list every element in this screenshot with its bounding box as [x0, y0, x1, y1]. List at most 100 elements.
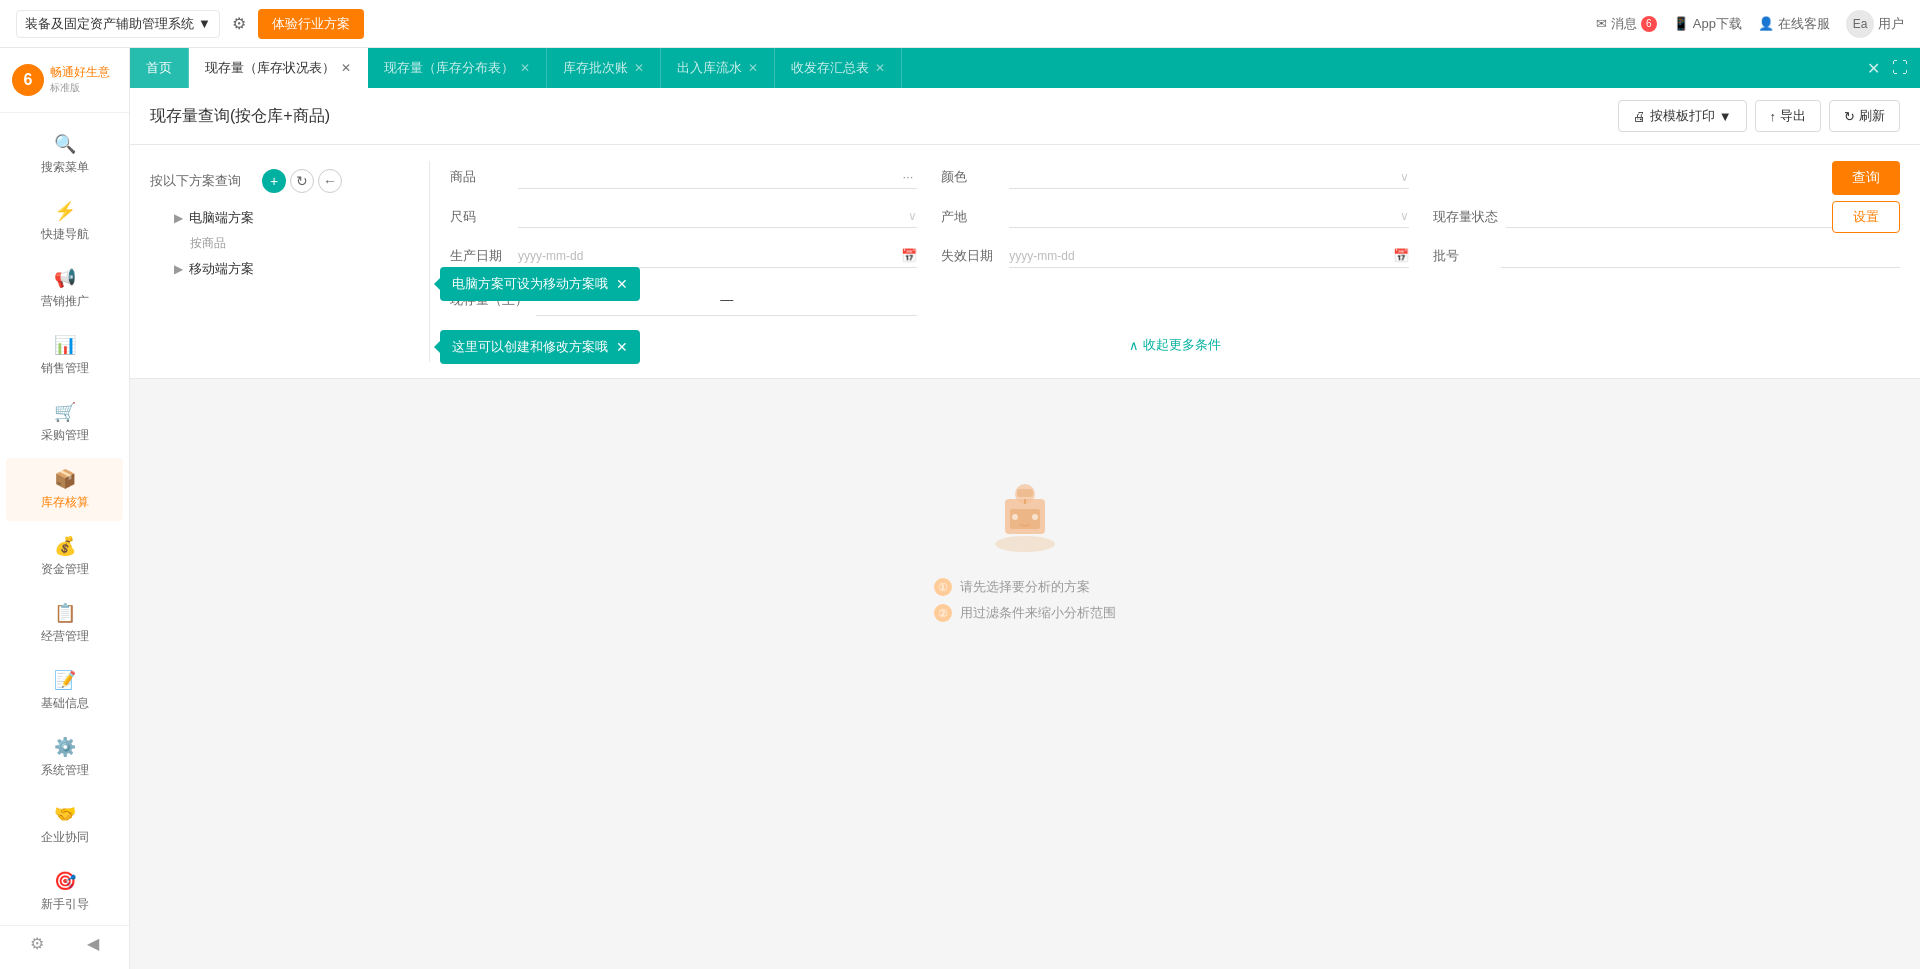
tab-inventory-status[interactable]: 现存量（库存状况表） ✕: [189, 48, 368, 88]
add-scheme-btn[interactable]: +: [262, 169, 286, 193]
sidebar-item-label: 销售管理: [41, 360, 89, 377]
tab-label: 出入库流水: [677, 59, 742, 77]
batch-input[interactable]: [1501, 244, 1900, 268]
tab-close-icon[interactable]: ✕: [748, 61, 758, 75]
chevron-down-icon: ▼: [1719, 109, 1732, 124]
sidebar-item-finance[interactable]: 💰 资金管理: [6, 525, 123, 588]
form-item-product: 商品 ···: [450, 165, 917, 189]
size-select[interactable]: ∨: [518, 205, 917, 228]
message-badge: 6: [1641, 16, 1657, 32]
expire-date-input[interactable]: yyyy-mm-dd 📅: [1009, 244, 1408, 268]
stock-qty-max-input[interactable]: [741, 288, 917, 311]
sidebar-item-label: 基础信息: [41, 695, 89, 712]
print-button[interactable]: 🖨 按模板打印 ▼: [1618, 100, 1747, 132]
tab-label: 收发存汇总表: [791, 59, 869, 77]
app-download-btn[interactable]: 📱 App下载: [1673, 15, 1742, 33]
tab-close-icon[interactable]: ✕: [875, 61, 885, 75]
sidebar-item-basic-info[interactable]: 📝 基础信息: [6, 659, 123, 722]
message-btn[interactable]: ✉ 消息 6: [1596, 15, 1657, 33]
empty-illustration: [975, 459, 1075, 562]
scheme-node-mobile[interactable]: ▶ 移动端方案: [166, 256, 429, 282]
scheme-node-label: 移动端方案: [189, 260, 254, 278]
logo-badge: 标准版: [50, 81, 110, 95]
empty-tip-1: ① 请先选择要分析的方案: [934, 578, 1116, 596]
sidebar-item-sales[interactable]: 📊 销售管理: [6, 324, 123, 387]
color-select[interactable]: ∨: [1009, 166, 1408, 189]
sidebar-item-label: 经营管理: [41, 628, 89, 645]
sidebar-item-search[interactable]: 🔍 搜索菜单: [6, 123, 123, 186]
sidebar-item-label: 快捷导航: [41, 226, 89, 243]
sidebar-collapse-icon[interactable]: ◀: [87, 934, 99, 953]
tab-label: 首页: [146, 59, 172, 77]
arrow-icon: ▶: [174, 211, 183, 225]
field-label-origin: 产地: [941, 208, 1001, 226]
print-icon: 🖨: [1633, 109, 1646, 124]
sidebar-item-label: 企业协同: [41, 829, 89, 846]
tip-number-2: ②: [934, 604, 952, 622]
tooltip-close-btn-1[interactable]: ✕: [616, 276, 628, 292]
system-selector[interactable]: 装备及固定资产辅助管理系统 ▼: [16, 10, 220, 38]
node-sub-label: 按商品: [190, 235, 226, 252]
product-ellipsis-btn[interactable]: ···: [898, 169, 917, 184]
sidebar-item-marketing[interactable]: 📢 营销推广: [6, 257, 123, 320]
sidebar-item-nav[interactable]: ⚡ 快捷导航: [6, 190, 123, 253]
tab-close-icon[interactable]: ✕: [341, 61, 351, 75]
chevron-down-icon: ▼: [198, 16, 211, 31]
page-title: 现存量查询(按仓库+商品): [150, 106, 330, 127]
tab-recv-summary[interactable]: 收发存汇总表 ✕: [775, 48, 902, 88]
collapse-conditions-btn[interactable]: ∧ 收起更多条件: [450, 328, 1900, 362]
tip-text-1: 请先选择要分析的方案: [960, 578, 1090, 596]
refresh-button[interactable]: ↻ 刷新: [1829, 100, 1900, 132]
settings-icon[interactable]: ⚙: [232, 14, 246, 33]
online-support-btn[interactable]: 👤 在线客服: [1758, 15, 1830, 33]
scheme-node-pc-sub[interactable]: 按商品: [182, 231, 429, 256]
money-icon: 💰: [54, 535, 76, 557]
doc-icon: 📝: [54, 669, 76, 691]
back-scheme-btn[interactable]: ←: [318, 169, 342, 193]
sidebar-item-operations[interactable]: 📋 经营管理: [6, 592, 123, 655]
tab-home[interactable]: 首页: [130, 48, 189, 88]
page-header: 现存量查询(按仓库+商品) 🖨 按模板打印 ▼ ↑ 导出 ↻: [130, 88, 1920, 145]
export-button[interactable]: ↑ 导出: [1755, 100, 1822, 132]
tab-close-all-icon[interactable]: ✕: [1863, 55, 1884, 82]
sidebar-item-collab[interactable]: 🤝 企业协同: [6, 793, 123, 856]
scheme-node-pc[interactable]: ▶ 电脑端方案: [166, 205, 429, 231]
user-label: 用户: [1878, 15, 1904, 33]
tab-close-icon[interactable]: ✕: [520, 61, 530, 75]
origin-select[interactable]: ∨: [1009, 205, 1408, 228]
target-icon: 🎯: [54, 870, 76, 892]
sidebar-item-system[interactable]: ⚙️ 系统管理: [6, 726, 123, 789]
reset-button[interactable]: 设置: [1832, 201, 1900, 233]
tab-fullscreen-icon[interactable]: ⛶: [1888, 55, 1912, 81]
refresh-icon: ↻: [1844, 109, 1855, 124]
tab-bar: 首页 现存量（库存状况表） ✕ 现存量（库存分布表） ✕ 库存批次账 ✕ 出入库…: [130, 48, 1920, 88]
search-button[interactable]: 查询: [1832, 161, 1900, 195]
tab-close-icon[interactable]: ✕: [634, 61, 644, 75]
tooltip-popup-2: 这里可以创建和修改方案哦 ✕: [440, 330, 640, 364]
field-label-stock-status: 现存量状态: [1433, 208, 1498, 226]
sidebar-settings-icon[interactable]: ⚙: [30, 934, 44, 953]
tab-in-out-flow[interactable]: 出入库流水 ✕: [661, 48, 775, 88]
chevron-down-icon: ∨: [908, 209, 917, 223]
empty-tip-2: ② 用过滤条件来缩小分析范围: [934, 604, 1116, 622]
svg-rect-4: [1017, 489, 1033, 497]
sidebar-item-inventory[interactable]: 📦 库存核算: [6, 458, 123, 521]
sidebar-item-guide[interactable]: 🎯 新手引导: [6, 860, 123, 923]
tooltip-close-btn-2[interactable]: ✕: [616, 339, 628, 355]
svg-point-0: [995, 536, 1055, 552]
form-item-stock-status: 现存量状态 ∨: [1433, 205, 1900, 228]
field-label-prod-date: 生产日期: [450, 247, 510, 265]
chevron-up-icon: ∧: [1129, 338, 1139, 353]
prod-date-input[interactable]: yyyy-mm-dd 📅: [518, 244, 917, 268]
form-item-size: 尺码 ∨: [450, 205, 917, 228]
chart-icon: 📊: [54, 334, 76, 356]
tab-inventory-dist[interactable]: 现存量（库存分布表） ✕: [368, 48, 547, 88]
tooltip-text-1: 电脑方案可设为移动方案哦: [452, 275, 608, 293]
tooltip-text-2: 这里可以创建和修改方案哦: [452, 338, 608, 356]
cart-icon: 🛒: [54, 401, 76, 423]
user-menu[interactable]: Ea 用户: [1846, 10, 1904, 38]
tab-batch-account[interactable]: 库存批次账 ✕: [547, 48, 661, 88]
trial-button[interactable]: 体验行业方案: [258, 9, 364, 39]
refresh-scheme-btn[interactable]: ↻: [290, 169, 314, 193]
sidebar-item-purchase[interactable]: 🛒 采购管理: [6, 391, 123, 454]
